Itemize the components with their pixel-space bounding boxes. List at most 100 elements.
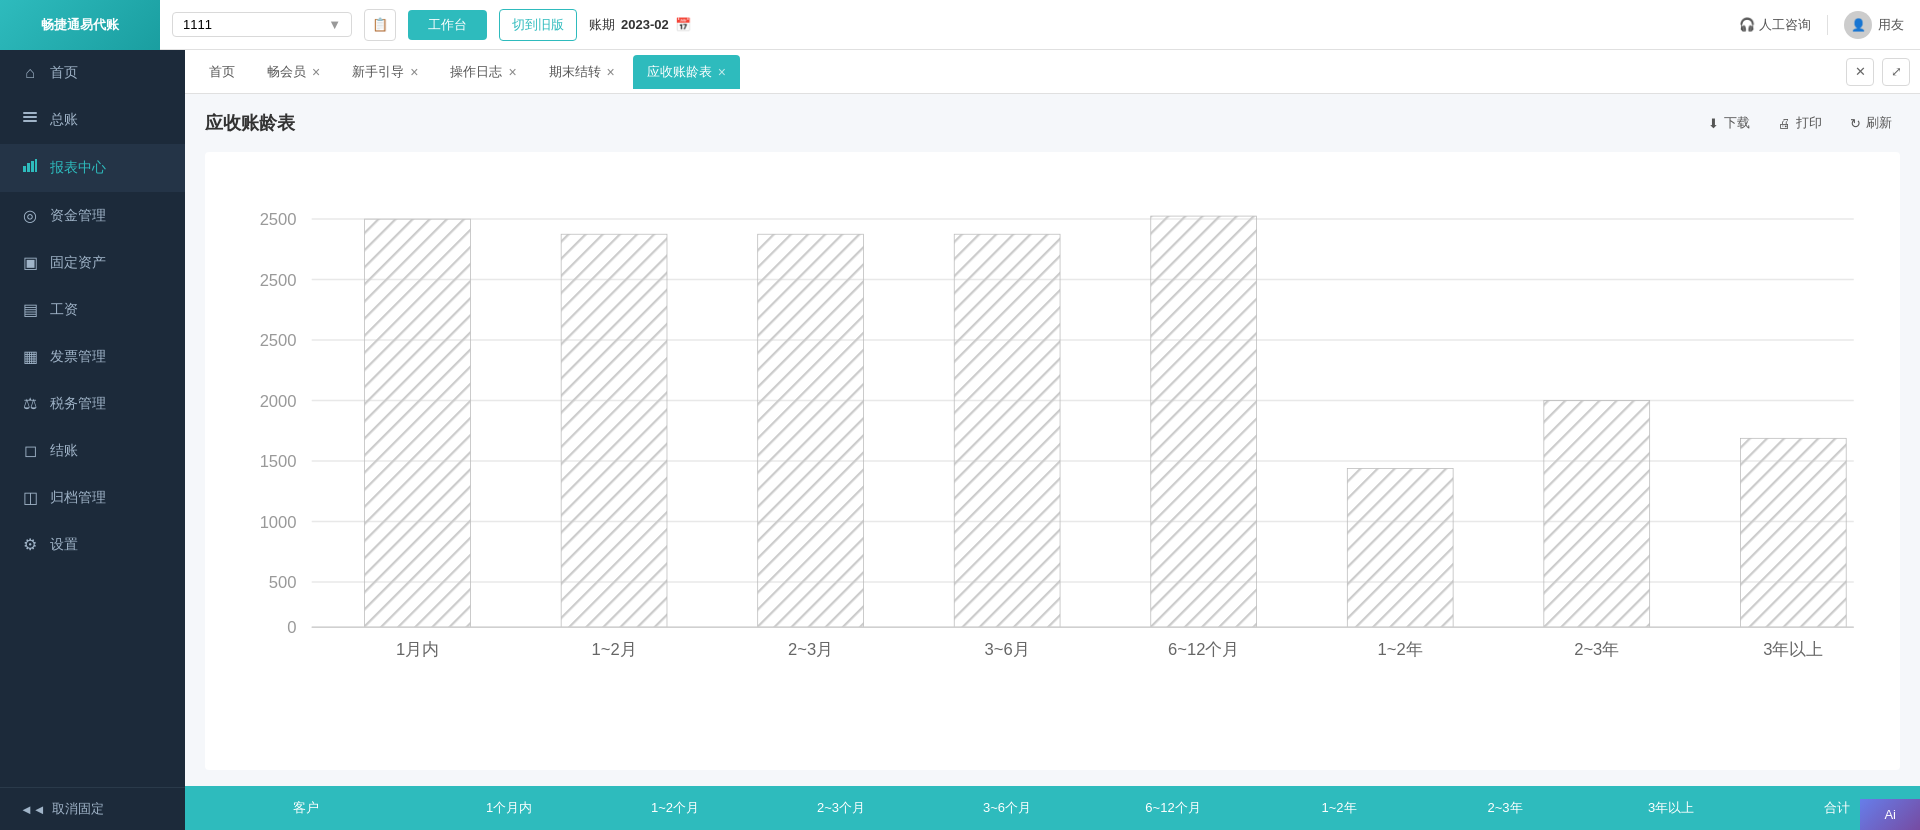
sidebar-item-settings[interactable]: ⚙ 设置 <box>0 521 185 568</box>
print-label: 打印 <box>1796 114 1822 132</box>
svg-rect-6 <box>35 159 37 172</box>
archive-icon: ◫ <box>20 488 40 507</box>
svg-text:3~6月: 3~6月 <box>985 640 1030 659</box>
sidebar-item-home[interactable]: ⌂ 首页 <box>0 50 185 96</box>
svg-text:0: 0 <box>287 618 296 637</box>
col-customer: 客户 <box>185 799 426 817</box>
svg-rect-4 <box>27 163 30 172</box>
app-logo-text: 畅捷通易代账 <box>41 16 119 34</box>
sidebar-label-reports: 报表中心 <box>50 159 106 177</box>
consult-label: 人工咨询 <box>1759 16 1811 34</box>
svg-rect-1 <box>23 116 37 118</box>
sidebar-label-funds: 资金管理 <box>50 207 106 225</box>
sidebar-label-ledger: 总账 <box>50 111 78 129</box>
tab-member-close[interactable]: × <box>312 64 320 80</box>
svg-text:6~12个月: 6~12个月 <box>1168 640 1239 659</box>
sidebar-item-salary[interactable]: ▤ 工资 <box>0 286 185 333</box>
col-3-6m: 3~6个月 <box>924 799 1090 817</box>
tab-aging-close[interactable]: × <box>718 64 726 80</box>
ai-badge-text: Ai <box>1884 807 1896 822</box>
bar-3-6月 <box>954 234 1060 627</box>
tab-oplog-close[interactable]: × <box>508 64 516 80</box>
sidebar-label-salary: 工资 <box>50 301 78 319</box>
cancel-pin-btn[interactable]: ◄◄ 取消固定 <box>0 787 185 830</box>
col-2-3m: 2~3个月 <box>758 799 924 817</box>
tab-aging[interactable]: 应收账龄表 × <box>633 55 740 89</box>
tax-icon: ⚖ <box>20 394 40 413</box>
sidebar-label-archive: 归档管理 <box>50 489 106 507</box>
refresh-label: 刷新 <box>1866 114 1892 132</box>
svg-text:1月内: 1月内 <box>396 640 439 659</box>
sidebar-item-ledger[interactable]: 总账 <box>0 96 185 144</box>
sidebar-item-assets[interactable]: ▣ 固定资产 <box>0 239 185 286</box>
bar-1月内 <box>365 219 471 627</box>
tab-guide[interactable]: 新手引导 × <box>338 55 432 89</box>
pin-icon: ◄◄ <box>20 802 46 817</box>
sidebar-item-checkout[interactable]: ◻ 结账 <box>0 427 185 474</box>
dropdown-arrow-icon: ▼ <box>328 17 341 32</box>
company-selector[interactable]: 1111 ▼ <box>172 12 352 37</box>
bar-1-2年 <box>1347 469 1453 628</box>
period-area: 账期 2023-02 📅 <box>589 16 691 34</box>
header-right: 🎧 人工咨询 👤 用友 <box>1739 11 1904 39</box>
sidebar-label-settings: 设置 <box>50 536 78 554</box>
svg-text:1~2年: 1~2年 <box>1378 640 1423 659</box>
calendar-icon[interactable]: 📅 <box>675 17 691 32</box>
table-header: 客户 1个月内 1~2个月 2~3个月 3~6个月 6~12个月 1~2年 2~… <box>185 786 1920 830</box>
svg-text:2000: 2000 <box>260 392 297 411</box>
tab-period-end-label: 期末结转 <box>549 63 601 81</box>
close-all-tab-btn[interactable]: ✕ <box>1846 58 1874 86</box>
divider <box>1827 15 1828 35</box>
tab-guide-close[interactable]: × <box>410 64 418 80</box>
sidebar-item-invoice[interactable]: ▦ 发票管理 <box>0 333 185 380</box>
workbench-button[interactable]: 工作台 <box>408 10 487 40</box>
tab-period-end[interactable]: 期末结转 × <box>535 55 629 89</box>
sidebar-item-funds[interactable]: ◎ 资金管理 <box>0 192 185 239</box>
download-label: 下载 <box>1724 114 1750 132</box>
svg-text:3年以上: 3年以上 <box>1763 640 1823 659</box>
consult-button[interactable]: 🎧 人工咨询 <box>1739 16 1811 34</box>
copy-icon[interactable]: 📋 <box>364 9 396 41</box>
period-value: 2023-02 <box>621 17 669 32</box>
tab-period-end-close[interactable]: × <box>607 64 615 80</box>
tab-oplog[interactable]: 操作日志 × <box>436 55 530 89</box>
bar-chart: 2500 2500 2500 2000 1500 1000 500 0 <box>221 168 1884 754</box>
reports-icon <box>20 158 40 178</box>
checkout-icon: ◻ <box>20 441 40 460</box>
app-logo: 畅捷通易代账 <box>0 0 160 50</box>
tab-oplog-label: 操作日志 <box>450 63 502 81</box>
svg-rect-3 <box>23 166 26 172</box>
print-button[interactable]: 🖨 打印 <box>1770 110 1830 136</box>
user-menu[interactable]: 👤 用友 <box>1844 11 1904 39</box>
col-1m: 1个月内 <box>426 799 592 817</box>
period-label: 账期 <box>589 16 615 34</box>
sidebar-item-tax[interactable]: ⚖ 税务管理 <box>0 380 185 427</box>
svg-rect-5 <box>31 161 34 172</box>
svg-rect-2 <box>23 120 37 122</box>
switch-version-button[interactable]: 切到旧版 <box>499 9 577 41</box>
col-2-3y: 2~3年 <box>1422 799 1588 817</box>
salary-icon: ▤ <box>20 300 40 319</box>
download-button[interactable]: ⬇ 下载 <box>1700 110 1758 136</box>
tab-bar: 首页 畅会员 × 新手引导 × 操作日志 × 期末结转 × 应收账龄表 × <box>185 50 1920 94</box>
invoice-icon: ▦ <box>20 347 40 366</box>
tab-home-label: 首页 <box>209 63 235 81</box>
ai-badge[interactable]: Ai <box>1860 799 1920 830</box>
svg-text:500: 500 <box>269 573 297 592</box>
sidebar-label-checkout: 结账 <box>50 442 78 460</box>
bar-1-2月 <box>561 234 667 627</box>
sidebar-item-reports[interactable]: 报表中心 <box>0 144 185 192</box>
page-actions: ⬇ 下载 🖨 打印 ↻ 刷新 <box>1700 110 1900 136</box>
tab-member[interactable]: 畅会员 × <box>253 55 334 89</box>
svg-text:2~3月: 2~3月 <box>788 640 833 659</box>
refresh-button[interactable]: ↻ 刷新 <box>1842 110 1900 136</box>
home-icon: ⌂ <box>20 64 40 82</box>
sidebar-item-archive[interactable]: ◫ 归档管理 <box>0 474 185 521</box>
bar-3年以上 <box>1740 438 1846 627</box>
settings-icon: ⚙ <box>20 535 40 554</box>
tab-member-label: 畅会员 <box>267 63 306 81</box>
expand-tab-btn[interactable]: ⤢ <box>1882 58 1910 86</box>
tab-home[interactable]: 首页 <box>195 55 249 89</box>
tab-right-buttons: ✕ ⤢ <box>1846 58 1910 86</box>
col-3y-plus: 3年以上 <box>1588 799 1754 817</box>
